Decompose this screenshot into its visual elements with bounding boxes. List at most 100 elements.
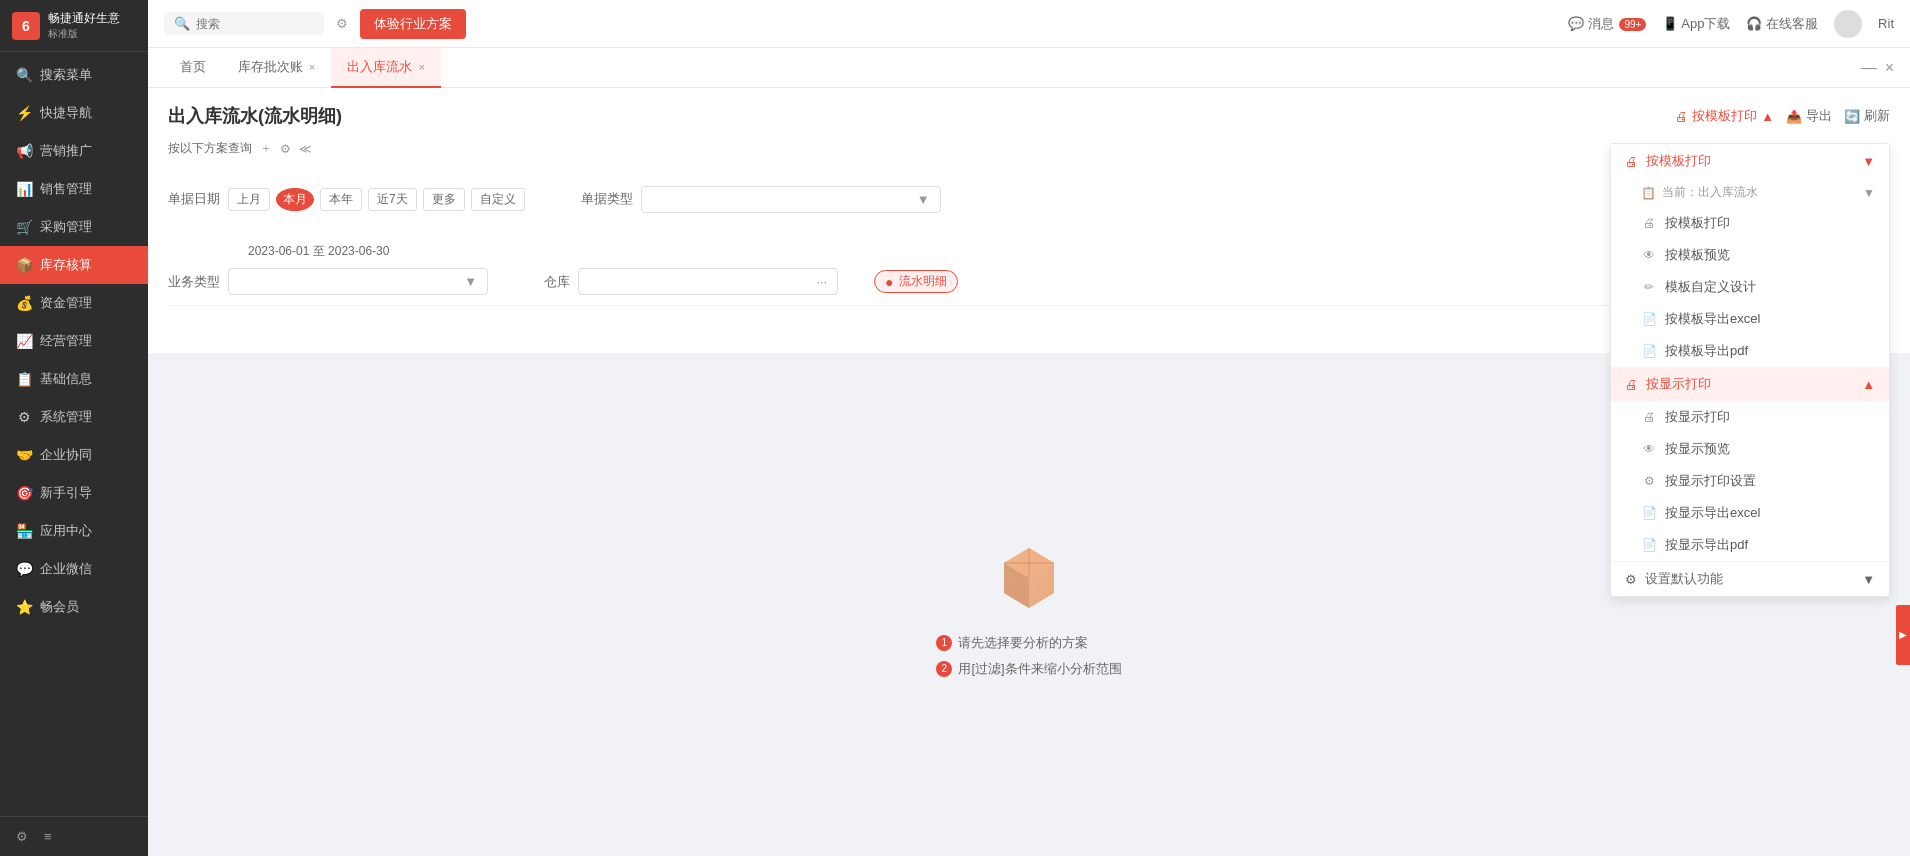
sidebar-item-purchase[interactable]: 🛒 采购管理 (0, 208, 148, 246)
trial-button[interactable]: 体验行业方案 (360, 9, 466, 39)
close-icon[interactable]: × (1885, 59, 1894, 77)
date-btn-more[interactable]: 更多 (423, 188, 465, 211)
display-preview-item[interactable]: 👁 按显示预览 (1611, 433, 1889, 465)
sidebar-settings-icon[interactable]: ⚙ (16, 829, 28, 844)
scroll-icon: ▶ (1898, 629, 1909, 640)
display-settings-label: 按显示打印设置 (1665, 472, 1756, 490)
display-print-label: 按显示打印 (1646, 375, 1711, 393)
print-template-button[interactable]: 🖨 按模板打印 ▲ (1675, 107, 1774, 125)
message-icon[interactable]: 💬 消息 99+ (1568, 15, 1646, 33)
display-export-excel-item[interactable]: 📄 按显示导出excel (1611, 497, 1889, 529)
display-export-excel-label: 按显示导出excel (1665, 504, 1760, 522)
sales-icon: 📊 (16, 181, 32, 197)
message-label: 消息 (1588, 16, 1614, 31)
date-btn-last-month[interactable]: 上月 (228, 188, 270, 211)
topbar-settings-icon[interactable]: ⚙ (336, 16, 348, 31)
sidebar-item-collab[interactable]: 🤝 企业协同 (0, 436, 148, 474)
sidebar-item-finance[interactable]: 💰 资金管理 (0, 284, 148, 322)
sidebar-item-quick-nav[interactable]: ⚡ 快捷导航 (0, 94, 148, 132)
display-export-pdf-label: 按显示导出pdf (1665, 536, 1748, 554)
filter-label-text: 按以下方案查询 (168, 140, 252, 157)
display-print-settings-item[interactable]: ⚙ 按显示打印设置 (1611, 465, 1889, 497)
date-options: 上月 本月 本年 近7天 更多 自定义 (228, 188, 525, 211)
sidebar-menu-icon[interactable]: ≡ (44, 829, 52, 844)
date-btn-this-month[interactable]: 本月 (276, 188, 314, 211)
tab-batch-close[interactable]: × (309, 61, 315, 73)
app-logo: 6 畅捷通好生意 标准版 (0, 0, 148, 52)
sidebar-item-guide[interactable]: 🎯 新手引导 (0, 474, 148, 512)
add-filter-icon[interactable]: ＋ (260, 140, 272, 157)
tip-num-1: 1 (936, 635, 952, 651)
type-select[interactable]: ▼ (641, 186, 941, 213)
sidebar-item-label: 采购管理 (40, 218, 92, 236)
tab-home[interactable]: 首页 (164, 48, 222, 88)
preview-item-icon: 👁 (1641, 248, 1657, 262)
print-item-icon: 🖨 (1641, 216, 1657, 230)
filter-settings-icon[interactable]: ⚙ (280, 142, 291, 156)
member-icon: ⭐ (16, 599, 32, 615)
template-export-excel-item[interactable]: 📄 按模板导出excel (1611, 303, 1889, 335)
tab-batch[interactable]: 库存批次账 × (222, 48, 331, 88)
print-dropdown: 🖨 按模板打印 ▼ 📋 当前：出入库流水 ▼ 🖨 按模板打印 (1610, 143, 1890, 597)
warehouse-more-icon[interactable]: ··· (816, 274, 827, 289)
date-btn-custom[interactable]: 自定义 (471, 188, 525, 211)
refresh-icon: 🔄 (1844, 109, 1860, 124)
sidebar-item-sales[interactable]: 📊 销售管理 (0, 170, 148, 208)
sidebar-item-appstore[interactable]: 🏪 应用中心 (0, 512, 148, 550)
warehouse-select[interactable]: ··· (578, 268, 838, 295)
online-service-link[interactable]: 🎧 在线客服 (1746, 15, 1818, 33)
date-btn-this-year[interactable]: 本年 (320, 188, 362, 211)
system-icon: ⚙ (16, 409, 32, 425)
sidebar-item-wechat[interactable]: 💬 企业微信 (0, 550, 148, 588)
sidebar-item-label: 企业协同 (40, 446, 92, 464)
basic-icon: 📋 (16, 371, 32, 387)
chevron-down-icon: ▼ (1862, 154, 1875, 169)
template-design-item[interactable]: ✏ 模板自定义设计 (1611, 271, 1889, 303)
sidebar-item-inventory[interactable]: 📦 库存核算 (0, 246, 148, 284)
logo-icon: 6 (12, 12, 40, 40)
refresh-button[interactable]: 🔄 刷新 (1844, 107, 1890, 125)
tip-num-2: 2 (936, 661, 952, 677)
sidebar-item-system[interactable]: ⚙ 系统管理 (0, 398, 148, 436)
sidebar-item-search[interactable]: 🔍 搜索菜单 (0, 56, 148, 94)
sidebar-item-label: 搜索菜单 (40, 66, 92, 84)
collapse-filter-icon[interactable]: ≪ (299, 142, 312, 156)
sidebar-item-operation[interactable]: 📈 经营管理 (0, 322, 148, 360)
date-btn-7days[interactable]: 近7天 (368, 188, 417, 211)
set-default-footer[interactable]: ⚙ 设置默认功能 ▼ (1611, 561, 1889, 596)
sidebar-item-basic[interactable]: 📋 基础信息 (0, 360, 148, 398)
display-print-item[interactable]: 🖨 按显示打印 (1611, 401, 1889, 433)
type-filter-field: 单据类型 ▼ (581, 186, 941, 213)
empty-tips: 1 请先选择要分析的方案 2 用[过滤]条件来缩小分析范围 (936, 630, 1121, 682)
template-preview-item[interactable]: 👁 按模板预览 (1611, 239, 1889, 271)
sidebar-item-marketing[interactable]: 📢 营销推广 (0, 132, 148, 170)
app-download-link[interactable]: 📱 App下载 (1662, 15, 1730, 33)
template-print-item[interactable]: 🖨 按模板打印 (1611, 207, 1889, 239)
sidebar-item-member[interactable]: ⭐ 畅会员 (0, 588, 148, 626)
sidebar: 6 畅捷通好生意 标准版 🔍 搜索菜单 ⚡ 快捷导航 📢 营销推广 📊 销售管 (0, 0, 148, 856)
avatar[interactable] (1834, 10, 1862, 38)
minimize-icon[interactable]: — (1861, 59, 1877, 77)
right-scroll-indicator[interactable]: ▶ (1896, 605, 1910, 665)
biz-type-select[interactable]: ▼ (228, 268, 488, 295)
chevron-up-icon: ▲ (1862, 377, 1875, 392)
template-export-pdf-item[interactable]: 📄 按模板导出pdf (1611, 335, 1889, 367)
display-export-pdf-item[interactable]: 📄 按显示导出pdf (1611, 529, 1889, 561)
sidebar-footer: ⚙ ≡ (0, 816, 148, 856)
export-button[interactable]: 📤 导出 (1786, 107, 1832, 125)
page-actions: 🖨 按模板打印 ▲ 📤 导出 🔄 刷新 (1675, 107, 1890, 125)
tab-flow-close[interactable]: × (418, 61, 424, 73)
search-box[interactable]: 🔍 (164, 12, 324, 35)
template-print-header[interactable]: 🖨 按模板打印 ▼ (1611, 144, 1889, 178)
search-input[interactable] (196, 17, 296, 31)
chevron-up-icon: ▲ (1761, 109, 1774, 124)
tag-label: 流水明细 (899, 273, 947, 290)
print-icon: 🖨 (1675, 109, 1688, 124)
current-template-chevron: ▼ (1863, 186, 1875, 200)
tab-flow[interactable]: 出入库流水 × (331, 48, 440, 88)
appstore-icon: 🏪 (16, 523, 32, 539)
marketing-icon: 📢 (16, 143, 32, 159)
display-print-header[interactable]: 🖨 按显示打印 ▲ (1611, 367, 1889, 401)
tip-item-1: 1 请先选择要分析的方案 (936, 630, 1121, 656)
template-design-item-label: 模板自定义设计 (1665, 278, 1756, 296)
